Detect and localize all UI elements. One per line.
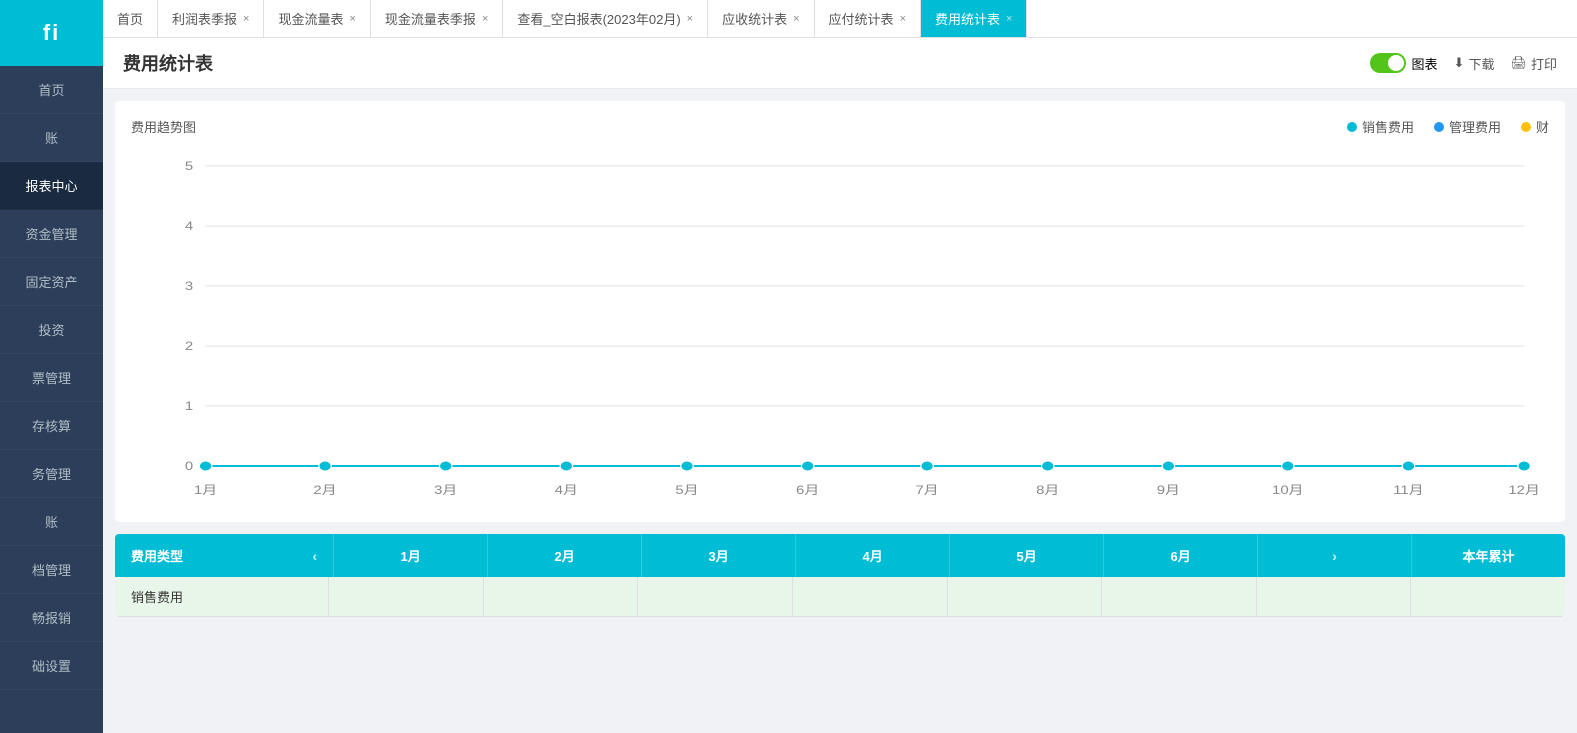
sidebar-item-fixed-assets[interactable]: 固定资产 (0, 258, 103, 306)
legend-finance-label: 财 (1536, 117, 1549, 136)
svg-text:12月: 12月 (1508, 483, 1540, 496)
content-area: 费用统计表 图表 ⬇ 下载 🖨 打印 费用趋势图 (103, 38, 1577, 733)
nav-next-button[interactable]: › (1332, 548, 1337, 564)
td-sales-m5 (948, 577, 1103, 616)
th-nav-next[interactable]: › (1258, 534, 1412, 577)
sidebar-item-invoice-mgmt[interactable]: 票管理 (0, 354, 103, 402)
legend-admin-dot (1434, 122, 1444, 132)
sidebar-item-home[interactable]: 首页 (0, 66, 103, 114)
chart-toggle-label: 图表 (1412, 54, 1438, 73)
chart-section: 费用趋势图 销售费用 管理费用 财 (115, 101, 1565, 522)
td-sales-m2 (484, 577, 639, 616)
sidebar-item-fund-mgmt[interactable]: 资金管理 (0, 210, 103, 258)
print-button[interactable]: 🖨 打印 (1510, 54, 1557, 73)
svg-text:2: 2 (185, 339, 193, 352)
svg-text:1: 1 (185, 399, 193, 412)
legend-admin-label: 管理费用 (1449, 117, 1501, 136)
sidebar-item-account[interactable]: 账 (0, 114, 103, 162)
sidebar-item-report-center[interactable]: 报表中心 (0, 162, 103, 210)
svg-text:11月: 11月 (1393, 483, 1423, 496)
td-type-sales: 销售费用 (115, 577, 329, 616)
tab-payable[interactable]: 应付统计表 × (815, 0, 921, 38)
svg-text:9月: 9月 (1157, 483, 1180, 496)
tab-cashflow[interactable]: 现金流量表 × (264, 0, 370, 38)
sidebar-logo: fi (0, 0, 103, 66)
close-tab-cashflow-quarterly[interactable]: × (482, 13, 488, 25)
svg-text:5: 5 (185, 159, 193, 172)
th-type: 费用类型 ‹ (115, 534, 334, 577)
chart-title: 费用趋势图 (131, 117, 196, 136)
svg-text:0: 0 (185, 459, 193, 472)
legend-sales-dot (1347, 122, 1357, 132)
th-month-5: 5月 (950, 534, 1104, 577)
td-sales-nav (1257, 577, 1412, 616)
svg-text:8月: 8月 (1036, 483, 1059, 496)
table-row: 销售费用 (115, 577, 1565, 617)
legend-sales: 销售费用 (1347, 117, 1414, 136)
svg-text:1月: 1月 (194, 483, 217, 496)
close-tab-blank-report[interactable]: × (687, 13, 693, 25)
tabs-bar: 首页 利润表季报 × 现金流量表 × 现金流量表季报 × 查看_空白报表(202… (103, 0, 1577, 38)
chart-legend: 销售费用 管理费用 财 (1347, 117, 1549, 136)
svg-text:5月: 5月 (675, 483, 698, 496)
line-chart: 0 1 2 3 4 5 (131, 146, 1549, 506)
close-tab-profit-quarterly[interactable]: × (243, 13, 249, 25)
td-sales-ytd (1411, 577, 1565, 616)
close-tab-receivable[interactable]: × (793, 13, 799, 25)
tab-profit-quarterly[interactable]: 利润表季报 × (158, 0, 264, 38)
legend-finance: 财 (1521, 117, 1549, 136)
table-header: 费用类型 ‹ 1月 2月 3月 4月 5月 6月 › 本年累计 (115, 534, 1565, 577)
legend-admin: 管理费用 (1434, 117, 1501, 136)
chart-toggle[interactable] (1370, 53, 1406, 73)
td-sales-m1 (329, 577, 484, 616)
chart-header: 费用趋势图 销售费用 管理费用 财 (131, 117, 1549, 136)
download-icon: ⬇ (1454, 55, 1465, 71)
sidebar-item-archive-mgmt[interactable]: 档管理 (0, 546, 103, 594)
expense-table: 费用类型 ‹ 1月 2月 3月 4月 5月 6月 › 本年累计 销售费用 (115, 534, 1565, 617)
svg-text:7月: 7月 (915, 483, 938, 496)
svg-text:4: 4 (185, 219, 194, 232)
header-actions: 图表 ⬇ 下载 🖨 打印 (1370, 53, 1557, 73)
tab-cashflow-quarterly[interactable]: 现金流量表季报 × (371, 0, 503, 38)
legend-sales-label: 销售费用 (1362, 117, 1414, 136)
sidebar-item-sub-account[interactable]: 账 (0, 498, 103, 546)
svg-text:6月: 6月 (796, 483, 819, 496)
td-sales-m4 (793, 577, 948, 616)
sidebar: fi 首页 账 报表中心 资金管理 固定资产 投资 票管理 存核算 务管理 账 … (0, 0, 103, 733)
td-sales-m6 (1102, 577, 1257, 616)
th-month-3: 3月 (642, 534, 796, 577)
tab-expense-stats[interactable]: 费用统计表 × (921, 0, 1027, 38)
sidebar-item-service-mgmt[interactable]: 务管理 (0, 450, 103, 498)
th-month-2: 2月 (488, 534, 642, 577)
svg-text:2月: 2月 (313, 483, 336, 496)
td-sales-m3 (638, 577, 793, 616)
chart-toggle-wrap: 图表 (1370, 53, 1438, 73)
tab-blank-report[interactable]: 查看_空白报表(2023年02月) × (503, 0, 708, 38)
tab-home[interactable]: 首页 (103, 0, 158, 38)
close-tab-expense-stats[interactable]: × (1006, 13, 1012, 25)
th-ytd: 本年累计 (1412, 534, 1565, 577)
download-button[interactable]: ⬇ 下载 (1454, 54, 1495, 73)
close-tab-cashflow[interactable]: × (349, 13, 355, 25)
th-month-1: 1月 (334, 534, 488, 577)
nav-prev-button[interactable]: ‹ (313, 548, 318, 564)
page-title: 费用统计表 (123, 50, 213, 76)
svg-text:3月: 3月 (434, 483, 457, 496)
sidebar-item-smooth-cancel[interactable]: 畅报销 (0, 594, 103, 642)
th-month-6: 6月 (1104, 534, 1258, 577)
page-header: 费用统计表 图表 ⬇ 下载 🖨 打印 (103, 38, 1577, 89)
sidebar-item-inventory[interactable]: 存核算 (0, 402, 103, 450)
legend-finance-dot (1521, 122, 1531, 132)
svg-text:4月: 4月 (555, 483, 578, 496)
svg-text:3: 3 (185, 279, 193, 292)
main-area: 首页 利润表季报 × 现金流量表 × 现金流量表季报 × 查看_空白报表(202… (103, 0, 1577, 733)
close-tab-payable[interactable]: × (900, 13, 906, 25)
sidebar-item-basic-settings[interactable]: 础设置 (0, 642, 103, 690)
print-icon: 🖨 (1510, 55, 1527, 71)
tab-receivable[interactable]: 应收统计表 × (708, 0, 814, 38)
sidebar-item-investment[interactable]: 投资 (0, 306, 103, 354)
svg-text:10月: 10月 (1272, 483, 1304, 496)
chart-container: 0 1 2 3 4 5 (131, 146, 1549, 506)
th-month-4: 4月 (796, 534, 950, 577)
